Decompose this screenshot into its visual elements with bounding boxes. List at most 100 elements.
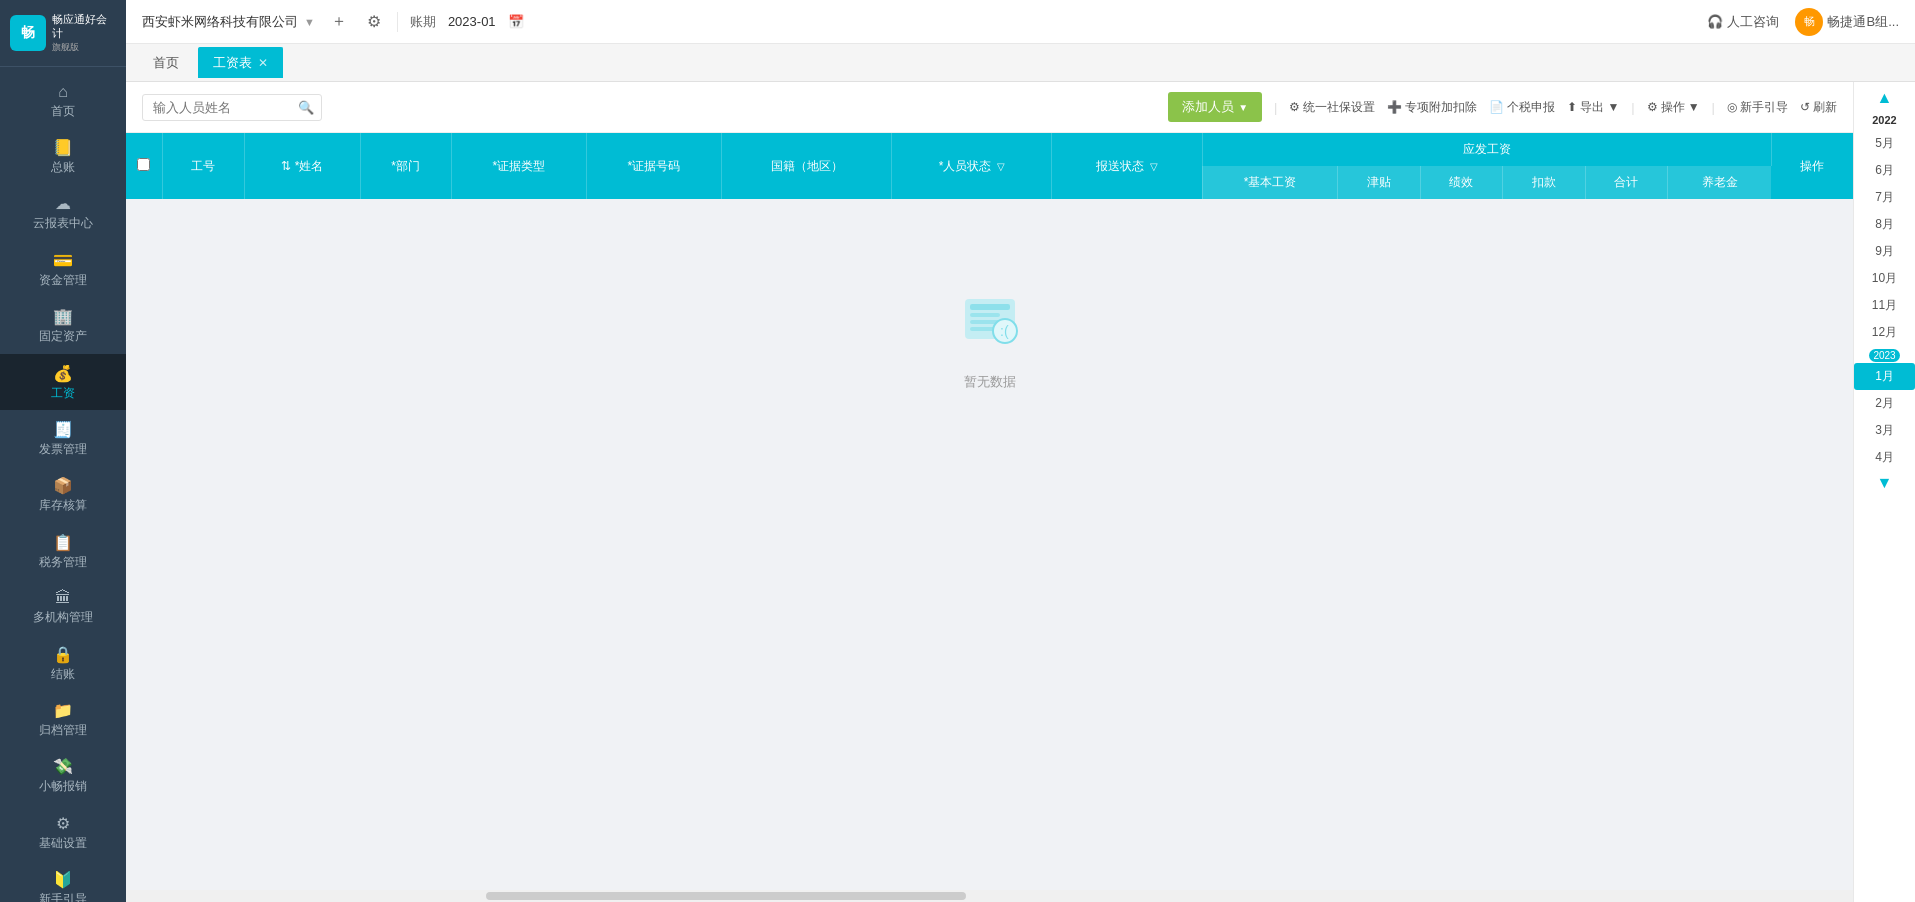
nav-label-tax: 税务管理 xyxy=(39,555,87,569)
sidebar-item-assets[interactable]: 🏢 固定资产 xyxy=(0,297,126,353)
checkbox-header[interactable] xyxy=(126,133,162,199)
operations-arrow: ▼ xyxy=(1688,100,1700,114)
refresh-btn[interactable]: ↺ 刷新 xyxy=(1800,99,1837,116)
export-arrow: ▼ xyxy=(1607,100,1619,114)
human-service-label: 人工咨询 xyxy=(1727,13,1779,31)
app-logo-text: 畅应通好会计 旗舰版 xyxy=(52,12,116,54)
sidebar-item-guide[interactable]: 🔰 新手引导 xyxy=(0,860,126,902)
export-icon: ⬆ xyxy=(1567,100,1577,114)
th-actions: 操作 xyxy=(1771,133,1853,199)
nav-label-home: 首页 xyxy=(51,104,75,118)
cal-month-2022-11[interactable]: 11月 xyxy=(1854,292,1915,319)
special-deduct-icon: ➕ xyxy=(1387,100,1402,114)
sidebar-item-tax[interactable]: 📋 税务管理 xyxy=(0,523,126,579)
th-employee-id: 工号 xyxy=(162,133,245,199)
period-value: 2023-01 xyxy=(448,14,496,29)
cal-month-2023-4[interactable]: 4月 xyxy=(1854,444,1915,471)
cal-month-2022-9[interactable]: 9月 xyxy=(1854,238,1915,265)
select-all-checkbox[interactable] xyxy=(137,158,150,171)
cal-month-2022-8[interactable]: 8月 xyxy=(1854,211,1915,238)
salary-table: 工号 ⇅ *姓名 *部门 *证据类型 xyxy=(126,133,1853,199)
report-status-filter-icon: ▽ xyxy=(1150,161,1158,172)
tab-close-icon[interactable]: ✕ xyxy=(258,56,268,70)
operations-label: 操作 xyxy=(1661,99,1685,116)
chevron-down-icon: ▼ xyxy=(304,16,315,28)
refresh-icon: ↺ xyxy=(1800,100,1810,114)
sidebar-item-inventory[interactable]: 📦 库存核算 xyxy=(0,466,126,522)
nav-label-settings: 基础设置 xyxy=(39,836,87,850)
sidebar-item-ledger[interactable]: 📒 总账 xyxy=(0,128,126,184)
sidebar-item-expense[interactable]: 💸 小畅报销 xyxy=(0,747,126,803)
sidebar-item-home[interactable]: ⌂ 首页 xyxy=(0,73,126,128)
cal-month-2023-1[interactable]: 1月 xyxy=(1854,363,1915,390)
tab-home[interactable]: 首页 xyxy=(138,47,194,78)
cal-month-2022-6[interactable]: 6月 xyxy=(1854,157,1915,184)
th-report-status[interactable]: 报送状态 ▽ xyxy=(1051,133,1202,199)
calendar-down-nav[interactable]: ▼ xyxy=(1874,471,1896,495)
nav-icon-home: ⌂ xyxy=(58,83,68,101)
user-name: 畅捷通B组... xyxy=(1827,13,1899,31)
add-company-button[interactable]: ＋ xyxy=(327,7,351,36)
personal-tax-btn[interactable]: 📄 个税申报 xyxy=(1489,99,1555,116)
th-total: 合计 xyxy=(1585,166,1668,199)
nav-label-salary: 工资 xyxy=(51,386,75,400)
scrollbar-thumb[interactable] xyxy=(486,892,966,900)
user-profile-btn[interactable]: 畅 畅捷通B组... xyxy=(1795,8,1899,36)
personal-tax-label: 个税申报 xyxy=(1507,99,1555,116)
special-deduct-label: 专项附加扣除 xyxy=(1405,99,1477,116)
sidebar-item-fund[interactable]: 💳 资金管理 xyxy=(0,241,126,297)
nav-label-multi: 多机构管理 xyxy=(33,610,93,624)
cal-month-2022-12[interactable]: 12月 xyxy=(1854,319,1915,346)
svg-rect-4 xyxy=(970,327,995,331)
operations-btn[interactable]: ⚙ 操作 ▼ xyxy=(1647,99,1700,116)
sidebar-item-multi[interactable]: 🏛 多机构管理 xyxy=(0,579,126,634)
sidebar-item-salary[interactable]: 💰 工资 xyxy=(0,354,126,410)
sidebar-item-settings[interactable]: ⚙ 基础设置 xyxy=(0,804,126,860)
export-btn[interactable]: ⬆ 导出 ▼ xyxy=(1567,99,1619,116)
sidebar-item-cloud[interactable]: ☁ 云报表中心 xyxy=(0,184,126,240)
calendar-icon[interactable]: 📅 xyxy=(508,14,524,29)
sidebar-item-invoice[interactable]: 🧾 发票管理 xyxy=(0,410,126,466)
tab-salary-table[interactable]: 工资表 ✕ xyxy=(198,47,283,78)
cal-month-2022-5[interactable]: 5月 xyxy=(1854,130,1915,157)
social-settings-btn[interactable]: ⚙ 统一社保设置 xyxy=(1289,99,1375,116)
cal-month-2022-7[interactable]: 7月 xyxy=(1854,184,1915,211)
th-person-status[interactable]: *人员状态 ▽ xyxy=(892,133,1052,199)
svg-rect-2 xyxy=(970,313,1000,317)
sidebar-logo: 畅 畅应通好会计 旗舰版 xyxy=(0,0,126,67)
cal-month-2023-3[interactable]: 3月 xyxy=(1854,417,1915,444)
special-deduct-btn[interactable]: ➕ 专项附加扣除 xyxy=(1387,99,1477,116)
cal-month-2023-2[interactable]: 2月 xyxy=(1854,390,1915,417)
add-person-button[interactable]: 添加人员 ▼ xyxy=(1168,92,1262,122)
refresh-label: 刷新 xyxy=(1813,99,1837,116)
table-scrollbar[interactable] xyxy=(126,890,1853,902)
export-label: 导出 xyxy=(1580,99,1604,116)
topbar-divider xyxy=(397,12,398,32)
nav-icon-close: 🔒 xyxy=(53,645,73,664)
sort-icon: ⇅ xyxy=(281,159,291,173)
th-salary-group: 应发工资 xyxy=(1202,133,1771,166)
nav-icon-fund: 💳 xyxy=(53,251,73,270)
sidebar-item-close[interactable]: 🔒 结账 xyxy=(0,635,126,691)
nav-label-ledger: 总账 xyxy=(51,160,75,174)
th-name[interactable]: ⇅ *姓名 xyxy=(245,133,361,199)
toolbar-right: 添加人员 ▼ | ⚙ 统一社保设置 ➕ 专项附加扣除 📄 个税申报 xyxy=(1168,92,1837,122)
company-selector[interactable]: 西安虾米网络科技有限公司 ▼ xyxy=(142,13,315,31)
settings-button[interactable]: ⚙ xyxy=(363,8,385,35)
sidebar-item-archive[interactable]: 📁 归档管理 xyxy=(0,691,126,747)
nav-icon-salary: 💰 xyxy=(53,364,73,383)
nav-icon-expense: 💸 xyxy=(53,757,73,776)
calendar-up-nav[interactable]: ▲ xyxy=(1874,86,1896,110)
sidebar-nav: ⌂ 首页📒 总账☁ 云报表中心💳 资金管理🏢 固定资产💰 工资🧾 发票管理📦 xyxy=(0,67,126,902)
cal-month-2022-10[interactable]: 10月 xyxy=(1854,265,1915,292)
svg-text::(: :( xyxy=(1000,323,1009,339)
calendar-prev-year: 2022 xyxy=(1870,110,1898,130)
guide-btn[interactable]: ◎ 新手引导 xyxy=(1727,99,1788,116)
human-service-btn[interactable]: 🎧 人工咨询 xyxy=(1707,13,1779,31)
search-wrap: 🔍 xyxy=(142,94,322,121)
th-deduct: 扣款 xyxy=(1503,166,1586,199)
nav-icon-invoice: 🧾 xyxy=(53,420,73,439)
nav-icon-cloud: ☁ xyxy=(55,194,71,213)
guide-icon: ◎ xyxy=(1727,100,1737,114)
search-input[interactable] xyxy=(142,94,322,121)
